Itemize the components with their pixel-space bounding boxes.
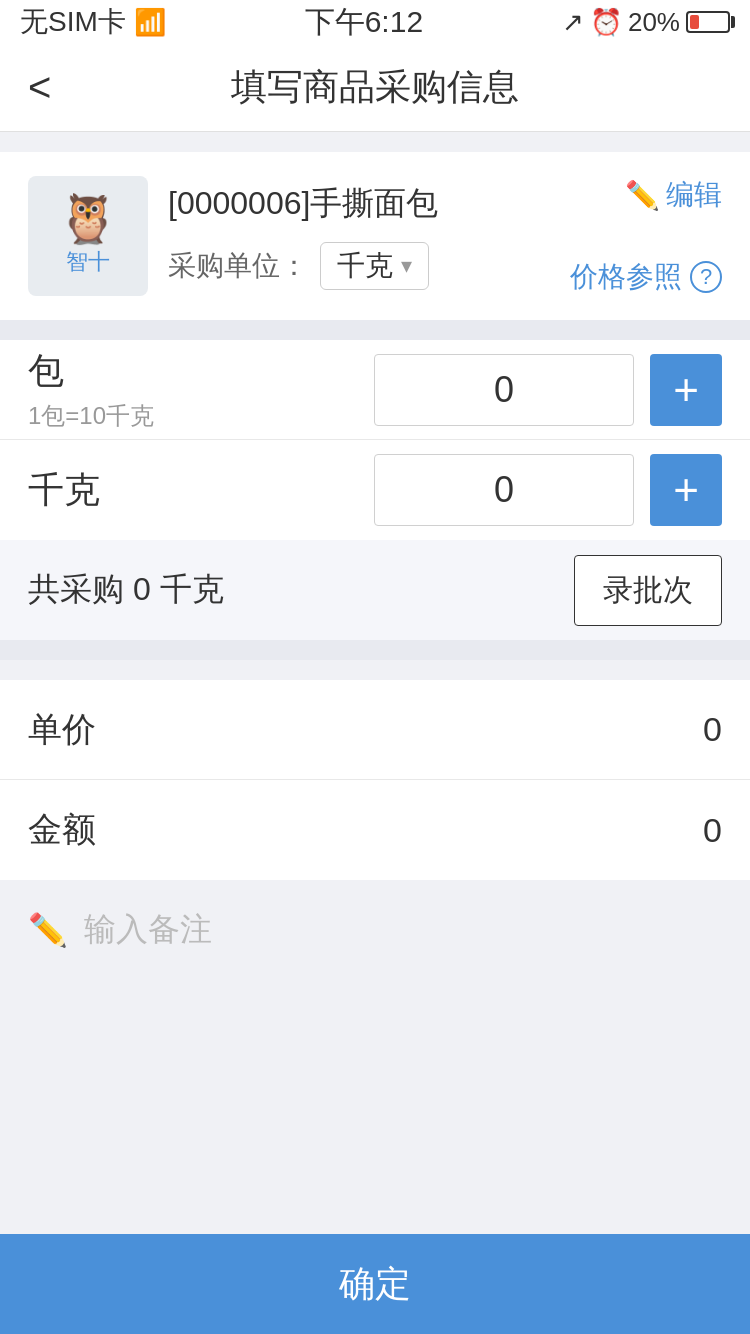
- battery-percent: 20%: [628, 7, 680, 38]
- kg-qty-value: 0: [494, 469, 514, 511]
- alarm-icon: ⏰: [590, 7, 622, 38]
- wifi-icon: 📶: [134, 7, 166, 38]
- price-ref-label: 价格参照: [570, 258, 682, 296]
- kg-qty-input[interactable]: 0: [374, 454, 634, 526]
- remark-input[interactable]: 输入备注: [84, 908, 212, 952]
- edit-icon: ✏️: [625, 179, 660, 212]
- summary-row: 共采购 0 千克 录批次: [0, 540, 750, 640]
- remark-section[interactable]: ✏️ 输入备注: [0, 880, 750, 980]
- edit-button[interactable]: ✏️ 编辑: [625, 176, 722, 214]
- amount-row: 金额 0: [0, 780, 750, 880]
- section-divider-2: [0, 640, 750, 660]
- chevron-down-icon: ▾: [401, 253, 412, 279]
- batch-button[interactable]: 录批次: [574, 555, 722, 626]
- status-bar: 无SIM卡 📶 下午6:12 ↗ ⏰ 20%: [0, 0, 750, 44]
- battery-fill: [690, 15, 699, 29]
- bao-qty-input[interactable]: 0: [374, 354, 634, 426]
- kg-plus-button[interactable]: +: [650, 454, 722, 526]
- bao-plus-button[interactable]: +: [650, 354, 722, 426]
- unit-price-label: 单价: [28, 707, 96, 753]
- confirm-button[interactable]: 确定: [0, 1234, 750, 1334]
- brand-text: 智十: [66, 247, 110, 277]
- status-left: 无SIM卡 📶: [20, 3, 166, 41]
- kg-label: 千克: [28, 466, 148, 515]
- back-button[interactable]: <: [28, 65, 51, 110]
- carrier-text: 无SIM卡: [20, 3, 126, 41]
- pencil-icon: ✏️: [28, 911, 68, 949]
- amount-value: 0: [703, 811, 722, 850]
- product-card: 🦉 智十 [0000006]手撕面包 采购单位： 千克 ▾ ✏️ 编辑 价格参照…: [0, 152, 750, 320]
- price-ref-button[interactable]: 价格参照 ?: [570, 258, 722, 296]
- bao-input-row: 包 1包=10千克 0 +: [0, 340, 750, 440]
- unit-select[interactable]: 千克 ▾: [320, 242, 429, 290]
- product-image: 🦉 智十: [28, 176, 148, 296]
- unit-price-value: 0: [703, 710, 722, 749]
- owl-icon: 🦉: [58, 195, 118, 243]
- status-right: ↗ ⏰ 20%: [562, 7, 730, 38]
- nav-bar: < 填写商品采购信息: [0, 44, 750, 132]
- location-icon: ↗: [562, 7, 584, 38]
- bao-label-main: 包: [28, 347, 154, 396]
- unit-value: 千克: [337, 247, 393, 285]
- summary-text: 共采购 0 千克: [28, 568, 224, 612]
- bao-input-control: 0 +: [154, 354, 722, 426]
- help-icon: ?: [690, 261, 722, 293]
- bao-qty-value: 0: [494, 369, 514, 411]
- amount-label: 金额: [28, 807, 96, 853]
- confirm-label: 确定: [339, 1260, 411, 1309]
- battery-icon: [686, 11, 730, 33]
- kg-label-main: 千克: [28, 466, 148, 515]
- kg-input-row: 千克 0 +: [0, 440, 750, 540]
- price-section: 单价 0 金额 0: [0, 680, 750, 880]
- status-time: 下午6:12: [305, 2, 423, 43]
- page-title: 填写商品采购信息: [231, 63, 519, 112]
- unit-price-row: 单价 0: [0, 680, 750, 780]
- unit-label: 采购单位：: [168, 247, 308, 285]
- input-section: 包 1包=10千克 0 + 千克 0 +: [0, 340, 750, 540]
- bao-label-sub: 1包=10千克: [28, 400, 154, 432]
- kg-input-control: 0 +: [148, 454, 722, 526]
- section-divider-1: [0, 320, 750, 340]
- bao-label: 包 1包=10千克: [28, 347, 154, 432]
